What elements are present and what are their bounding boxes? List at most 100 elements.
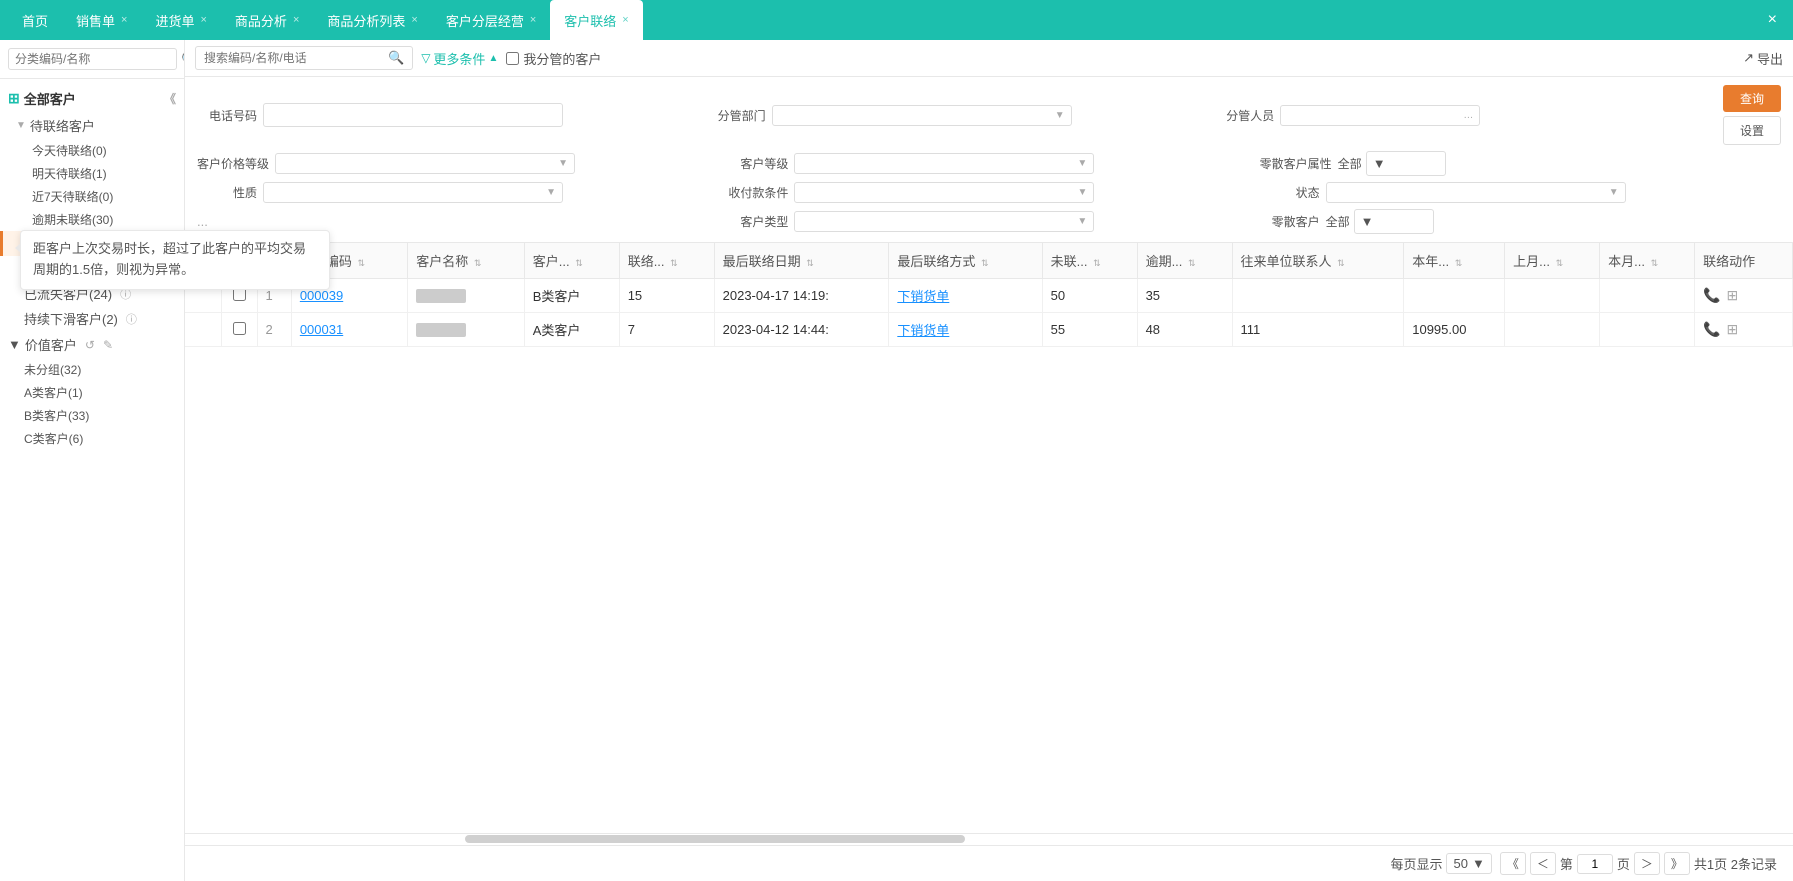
close-icon[interactable]: × — [411, 14, 417, 26]
sidebar-item-class-a[interactable]: A类客户(1) — [0, 381, 184, 404]
settings-button[interactable]: 设置 — [1723, 116, 1781, 145]
filter-retail-customer-field: 零散客户 全部 ▼ — [1260, 209, 1781, 234]
row-uncontacted-cell: 55 — [1042, 313, 1137, 347]
value-customer-header[interactable]: ▼ 价值客户 ↺ ✎ — [0, 331, 184, 358]
col-contact-person[interactable]: 往来单位联系人 ⇅ — [1232, 243, 1404, 279]
row-last-month-cell — [1505, 313, 1600, 347]
next-page-button[interactable]: ＞ — [1634, 852, 1660, 875]
filter-nature-field: 性质 ▼ — [197, 182, 718, 203]
dots-expand-button[interactable]: ... — [197, 214, 208, 229]
nav-customer-tier[interactable]: 客户分层经营 × — [432, 0, 550, 40]
prev-page-button[interactable]: ＜ — [1530, 852, 1556, 875]
sidebar-item-today-pending[interactable]: 今天待联络(0) — [8, 139, 184, 162]
col-contact[interactable]: 联络... ⇅ — [619, 243, 714, 279]
page-number-input[interactable] — [1577, 854, 1613, 874]
col-last-contact-date[interactable]: 最后联络日期 ⇅ — [714, 243, 889, 279]
query-button[interactable]: 查询 — [1723, 85, 1781, 112]
sidebar-item-tomorrow-pending[interactable]: 明天待联络(1) — [8, 162, 184, 185]
sidebar-item-ungrouped[interactable]: 未分组(32) — [0, 358, 184, 381]
filter-row-2: 客户价格等级 ▼ 客户等级 ▼ 零散客户属性 全部 — [197, 151, 1781, 176]
scroll-thumb[interactable] — [465, 835, 965, 843]
filter-customer-grade-field: 客户等级 ▼ — [728, 153, 1249, 174]
sidebar-root-all-customers[interactable]: ⊞ 全部客户 《 — [0, 85, 184, 112]
page-size-label: 每页显示 — [1390, 854, 1442, 873]
main-layout: 🔍 ⊞ 全部客户 《 ▼ 待联络客户 今天待联络(0) 明天待联络(1) 近7天… — [0, 40, 1793, 881]
row-name-cell — [408, 279, 524, 313]
col-last-contact-method[interactable]: 最后联络方式 ⇅ — [889, 243, 1042, 279]
page-size-dropdown[interactable]: 50 ▼ — [1446, 853, 1491, 874]
table-header-row: ⚙ # 客户编码 ⇅ 客户名称 ⇅ — [185, 243, 1793, 279]
sidebar-item-declining[interactable]: 持续下滑客户(2) ⓘ — [0, 306, 184, 331]
sidebar-item-overdue[interactable]: 逾期未联络(30) — [8, 208, 184, 231]
nav-customer-contact[interactable]: 客户联络 × — [550, 0, 642, 40]
refresh-icon[interactable]: ↺ — [85, 338, 95, 352]
collapse-sidebar-icon[interactable]: 《 — [164, 90, 176, 107]
close-icon[interactable]: × — [293, 14, 299, 26]
close-window-button[interactable]: × — [1760, 11, 1785, 29]
nav-home[interactable]: 首页 — [8, 0, 62, 40]
category-search-icon[interactable]: 🔍 — [181, 51, 185, 68]
grid-action-icon[interactable]: ⊞ — [1727, 287, 1739, 304]
close-icon[interactable]: × — [121, 14, 127, 26]
customer-type-select[interactable]: ▼ — [794, 211, 1094, 232]
col-overdue[interactable]: 逾期... ⇅ — [1137, 243, 1232, 279]
filter-row-3: 性质 ▼ 收付款条件 ▼ 状态 — [197, 182, 1781, 203]
col-this-year[interactable]: 本年... ⇅ — [1404, 243, 1505, 279]
col-type[interactable]: 客户... ⇅ — [524, 243, 619, 279]
search-icon[interactable]: 🔍 — [388, 50, 404, 66]
first-page-button[interactable]: 《 — [1500, 852, 1526, 875]
col-name[interactable]: 客户名称 ⇅ — [408, 243, 524, 279]
nav-product-analysis[interactable]: 商品分析 × — [221, 0, 313, 40]
last-method-link[interactable]: 下销货单 — [897, 289, 949, 304]
col-last-month[interactable]: 上月... ⇅ — [1505, 243, 1600, 279]
row-contact-person-cell — [1232, 279, 1404, 313]
sort-icon: ⇅ — [670, 258, 678, 268]
sidebar-item-class-c[interactable]: C类客户(6) — [0, 427, 184, 450]
category-search-input[interactable] — [8, 48, 177, 70]
nature-select[interactable]: ▼ — [263, 182, 563, 203]
sidebar-item-7days-pending[interactable]: 近7天待联络(0) — [8, 185, 184, 208]
search-input[interactable] — [204, 51, 384, 65]
customer-code-link[interactable]: 000039 — [300, 288, 343, 303]
dept-select[interactable]: ▼ — [772, 105, 1072, 126]
phone-input[interactable] — [263, 103, 563, 127]
horizontal-scrollbar[interactable] — [185, 833, 1793, 845]
nav-product-analysis-list[interactable]: 商品分析列表 × — [313, 0, 431, 40]
nav-sales[interactable]: 销售单 × — [62, 0, 141, 40]
pending-contact-header[interactable]: ▼ 待联络客户 — [8, 112, 184, 139]
row-last-date-cell: 2023-04-12 14:44: — [714, 313, 889, 347]
page-size-select: 每页显示 50 ▼ — [1390, 853, 1491, 874]
customer-name-blurred — [416, 289, 466, 303]
export-button[interactable]: ↗ 导出 — [1743, 49, 1783, 68]
phone-action-icon[interactable]: 📞 — [1703, 321, 1720, 338]
edit-icon[interactable]: ✎ — [103, 338, 113, 352]
payment-select[interactable]: ▼ — [794, 182, 1094, 203]
sidebar-item-class-b[interactable]: B类客户(33) — [0, 404, 184, 427]
status-select[interactable]: ▼ — [1326, 182, 1626, 203]
filter-row-1: 电话号码 分管部门 ▼ 分管人员 … — [197, 85, 1781, 145]
col-uncontacted[interactable]: 未联... ⇅ — [1042, 243, 1137, 279]
filter-panel: 电话号码 分管部门 ▼ 分管人员 … — [185, 77, 1793, 243]
row-checkbox[interactable] — [233, 322, 246, 335]
col-this-month[interactable]: 本月... ⇅ — [1600, 243, 1695, 279]
last-method-link[interactable]: 下销货单 — [897, 323, 949, 338]
retail-attr-select[interactable]: ▼ — [1366, 151, 1446, 176]
sort-icon: ⇅ — [806, 258, 814, 268]
customer-grade-select[interactable]: ▼ — [794, 153, 1094, 174]
phone-action-icon[interactable]: 📞 — [1703, 287, 1720, 304]
close-icon[interactable]: × — [530, 14, 536, 26]
more-conditions-button[interactable]: ▽ 更多条件 ▲ — [421, 49, 498, 68]
info-icon[interactable]: ⓘ — [126, 311, 137, 327]
retail-customer-select[interactable]: ▼ — [1354, 209, 1434, 234]
action-icons: 📞 ⊞ — [1703, 287, 1784, 304]
nav-purchase[interactable]: 进货单 × — [141, 0, 220, 40]
grid-action-icon[interactable]: ⊞ — [1727, 321, 1739, 338]
my-customer-checkbox[interactable] — [506, 52, 519, 65]
person-select[interactable]: … — [1280, 105, 1480, 126]
close-icon[interactable]: × — [622, 14, 628, 26]
customer-code-link[interactable]: 000031 — [300, 322, 343, 337]
retail-customer-select-wrap: 全部 ▼ — [1326, 209, 1434, 234]
close-icon[interactable]: × — [200, 14, 206, 26]
last-page-button[interactable]: 》 — [1664, 852, 1690, 875]
price-grade-select[interactable]: ▼ — [275, 153, 575, 174]
